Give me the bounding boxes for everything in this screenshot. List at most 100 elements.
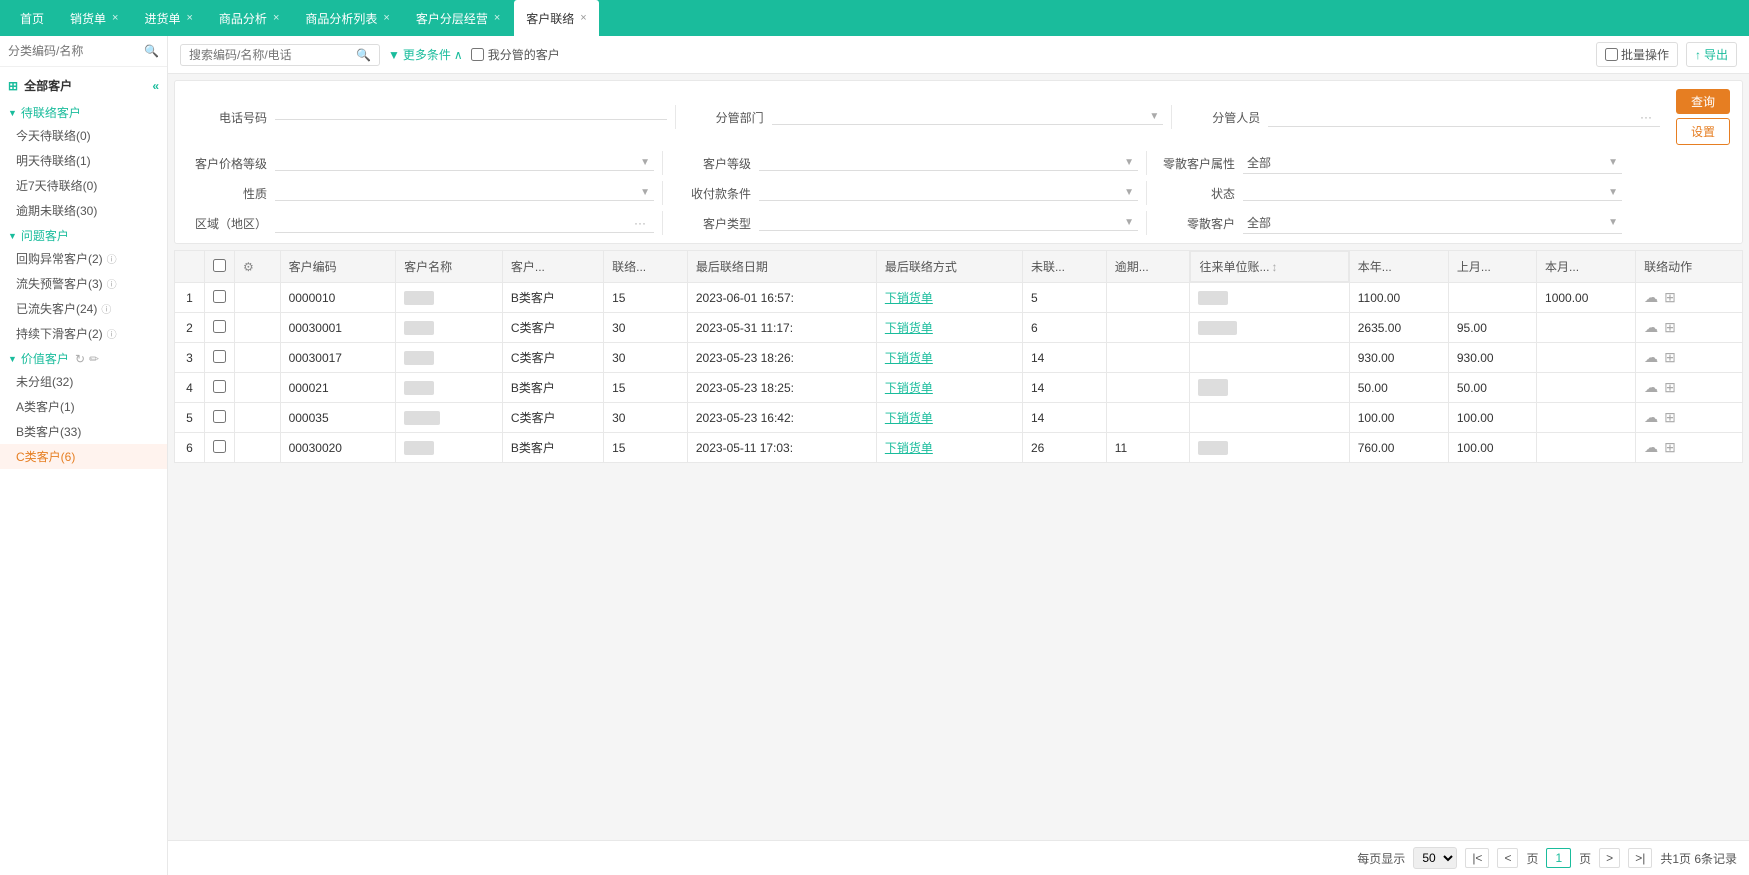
next-page-button[interactable]: > [1599,848,1620,868]
manager-dots-button[interactable]: ··· [1636,110,1656,124]
search-icon[interactable]: 🔍 [144,44,159,58]
select-all-checkbox[interactable] [213,259,226,272]
nav-product-analysis[interactable]: 商品分析 × [207,0,291,36]
filter-grade-select[interactable]: ▼ [759,155,1138,171]
nav-product-analysis-list[interactable]: 商品分析列表 × [293,0,401,36]
col-header-last-month[interactable]: 上月... [1448,251,1536,283]
row-checkbox[interactable] [213,440,226,453]
nav-customer-segmentation[interactable]: 客户分层经营 × [404,0,512,36]
col-header-contact[interactable]: 联络... [604,251,688,283]
filter-retail-attr-select[interactable]: 全部▼ [1243,152,1622,174]
sidebar-item-overdue[interactable]: 逾期未联络(30) [0,198,167,223]
more-action-icon[interactable]: ⊞ [1664,379,1676,396]
sidebar-all-customers[interactable]: ⊞ 全部客户 « [0,71,167,100]
contact-action-icon[interactable]: ☁ [1644,409,1658,426]
my-customers-checkbox[interactable]: 我分管的客户 [471,46,560,63]
batch-checkbox[interactable] [1605,48,1618,61]
sort-icon[interactable]: ↕ [1271,260,1277,274]
contact-action-icon[interactable]: ☁ [1644,439,1658,456]
close-icon[interactable]: × [494,12,500,24]
row-checkbox[interactable] [213,320,226,333]
sidebar-item-churned[interactable]: 已流失客户(24) ⓘ [0,296,167,321]
page-size-select[interactable]: 50 [1413,847,1457,869]
prev-page-button[interactable]: < [1497,848,1518,868]
per-page-label: 每页显示 [1357,850,1405,867]
filter-customer-type-select[interactable]: ▼ [759,215,1138,231]
sidebar-item-ungrouped[interactable]: 未分组(32) [0,369,167,394]
sidebar-item-class-b[interactable]: B类客户(33) [0,419,167,444]
refresh-icon[interactable]: ↻ [75,352,85,366]
sidebar-item-declining[interactable]: 持续下滑客户(2) ⓘ [0,321,167,346]
contact-method-link[interactable]: 下销货单 [885,291,933,305]
contact-action-icon[interactable]: ☁ [1644,349,1658,366]
sidebar-item-tomorrow[interactable]: 明天待联络(1) [0,148,167,173]
contact-method-link[interactable]: 下销货单 [885,351,933,365]
export-button[interactable]: ↑ 导出 [1686,42,1737,67]
filter-price-level-select[interactable]: ▼ [275,155,654,171]
row-checkbox[interactable] [213,350,226,363]
col-header-name[interactable]: 客户名称 [396,251,503,283]
row-checkbox[interactable] [213,380,226,393]
col-header-unit-amount[interactable]: 往来单位账... ↕ [1190,251,1348,282]
more-action-icon[interactable]: ⊞ [1664,349,1676,366]
filter-dept-select[interactable]: ▼ [772,109,1164,125]
nav-customer-contact[interactable]: 客户联络 × [514,0,598,36]
sidebar-item-churn-warning[interactable]: 流失预警客户(3) ⓘ [0,271,167,296]
close-icon[interactable]: × [186,12,192,24]
close-icon[interactable]: × [273,12,279,24]
more-action-icon[interactable]: ⊞ [1664,289,1676,306]
filter-label-grade: 客户等级 [671,155,751,172]
filter-payment-select[interactable]: ▼ [759,185,1138,201]
more-action-icon[interactable]: ⊞ [1664,439,1676,456]
nav-sales-order[interactable]: 销货单 × [58,0,130,36]
nav-home[interactable]: 首页 [8,0,56,36]
col-header-overdue[interactable]: 逾期... [1106,251,1190,283]
close-icon[interactable]: × [383,12,389,24]
filter-retail-select[interactable]: 全部▼ [1243,212,1622,234]
sidebar-item-7days[interactable]: 近7天待联络(0) [0,173,167,198]
settings-icon[interactable]: ⚙ [243,260,254,274]
contact-method-link[interactable]: 下销货单 [885,411,933,425]
edit-icon[interactable]: ✏ [89,352,99,366]
col-header-this-month[interactable]: 本月... [1537,251,1636,283]
close-icon[interactable]: × [580,12,586,24]
nav-purchase-order[interactable]: 进货单 × [132,0,204,36]
set-button[interactable]: 设置 [1676,118,1730,145]
col-header-action[interactable]: 联络动作 [1636,251,1743,283]
first-page-button[interactable]: |< [1465,848,1489,868]
sidebar-item-class-c[interactable]: C类客户(6) [0,444,167,469]
sidebar-item-class-a[interactable]: A类客户(1) [0,394,167,419]
filter-nature-select[interactable]: ▼ [275,185,654,201]
filter-phone-input[interactable] [275,115,667,120]
sidebar-item-abnormal-repurchase[interactable]: 回购异常客户(2) ⓘ [0,246,167,271]
region-dots-button[interactable]: ··· [630,216,650,230]
contact-action-icon[interactable]: ☁ [1644,289,1658,306]
collapse-icon[interactable]: « [152,79,159,93]
col-header-code[interactable]: 客户编码 [280,251,396,283]
last-page-button[interactable]: >| [1628,848,1652,868]
more-filter-button[interactable]: ▼ 更多条件 ∧ [388,46,463,63]
close-icon[interactable]: × [112,12,118,24]
search-icon[interactable]: 🔍 [356,48,371,62]
col-header-last-method[interactable]: 最后联络方式 [876,251,1022,283]
more-action-icon[interactable]: ⊞ [1664,319,1676,336]
contact-method-link[interactable]: 下销货单 [885,381,933,395]
sidebar-item-today[interactable]: 今天待联络(0) [0,123,167,148]
col-header-this-year[interactable]: 本年... [1349,251,1448,283]
sidebar-search-input[interactable] [8,44,140,58]
filter-status-select[interactable]: ▼ [1243,185,1622,201]
more-action-icon[interactable]: ⊞ [1664,409,1676,426]
col-header-type[interactable]: 客户... [502,251,603,283]
contact-method-link[interactable]: 下销货单 [885,321,933,335]
contact-action-icon[interactable]: ☁ [1644,379,1658,396]
row-checkbox[interactable] [213,290,226,303]
contact-method-link[interactable]: 下销货单 [885,441,933,455]
query-button[interactable]: 查询 [1676,89,1730,114]
col-header-not-contacted[interactable]: 未联... [1022,251,1106,283]
col-header-last-date[interactable]: 最后联络日期 [687,251,876,283]
my-customers-check[interactable] [471,48,484,61]
batch-ops-button[interactable]: 批量操作 [1596,42,1678,67]
search-input[interactable] [189,48,352,62]
row-checkbox[interactable] [213,410,226,423]
contact-action-icon[interactable]: ☁ [1644,319,1658,336]
